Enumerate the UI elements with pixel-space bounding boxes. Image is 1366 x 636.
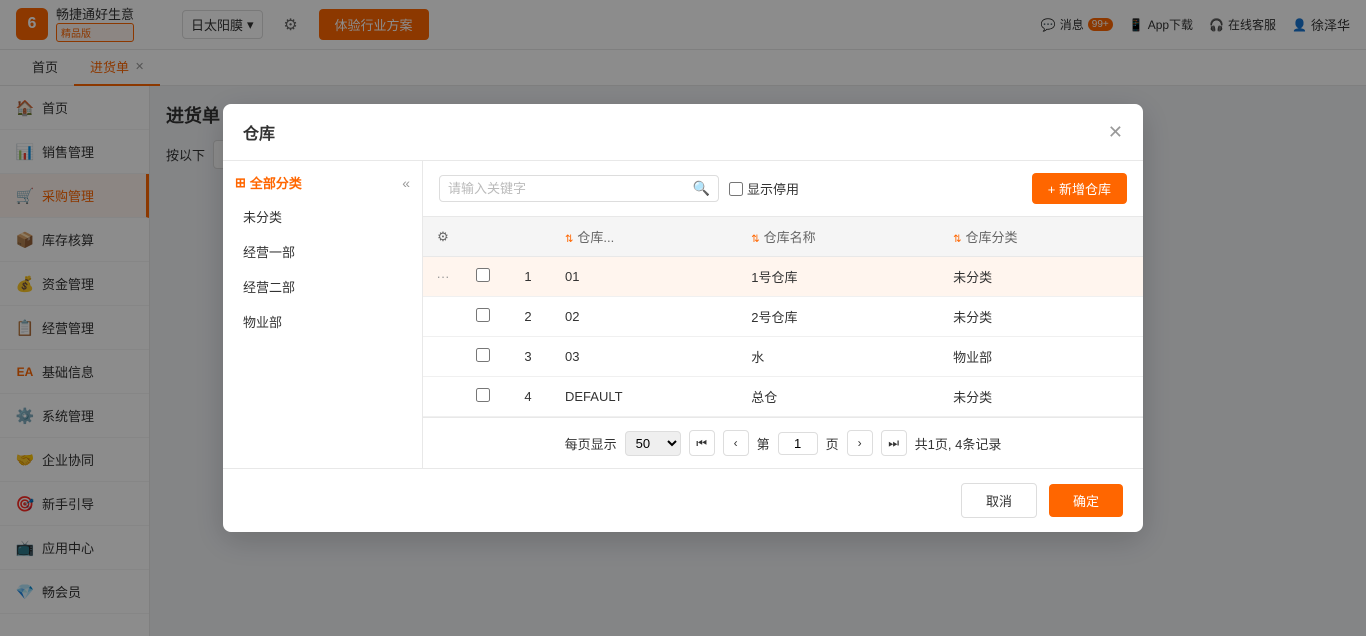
row-gear[interactable]: ··· bbox=[423, 377, 463, 417]
row-code: 02 bbox=[553, 297, 739, 337]
table-row[interactable]: ··· 2 02 2号仓库 未分类 bbox=[423, 297, 1143, 337]
per-page-select[interactable]: 50 10 20 100 bbox=[625, 431, 681, 456]
sort-icon-category: ⇅ bbox=[953, 234, 961, 245]
row-num: 3 bbox=[503, 337, 553, 377]
table-row[interactable]: ··· 4 DEFAULT 总仓 未分类 bbox=[423, 377, 1143, 417]
grid-icon: ⊞ bbox=[235, 175, 246, 191]
tree-panel: ⊞ 全部分类 « 未分类 经营一部 经营二部 物业部 bbox=[223, 161, 423, 468]
row-category: 未分类 bbox=[941, 377, 1143, 417]
row-name: 1号仓库 bbox=[739, 257, 941, 297]
page-label-pre: 第 bbox=[757, 434, 770, 453]
table-toolbar: 🔍 显示停用 + 新增仓库 bbox=[423, 161, 1143, 217]
row-code: 03 bbox=[553, 337, 739, 377]
tree-header: ⊞ 全部分类 « bbox=[235, 173, 410, 192]
more-icon[interactable]: ··· bbox=[437, 269, 450, 284]
tree-title: ⊞ 全部分类 bbox=[235, 173, 302, 192]
row-category: 物业部 bbox=[941, 337, 1143, 377]
row-name: 2号仓库 bbox=[739, 297, 941, 337]
col-header-check bbox=[463, 217, 503, 257]
col-header-gear: ⚙ bbox=[423, 217, 463, 257]
col-header-code[interactable]: ⇅仓库... bbox=[553, 217, 739, 257]
col-header-num bbox=[503, 217, 553, 257]
tree-item-unclassified[interactable]: 未分类 bbox=[235, 200, 410, 233]
row-name: 水 bbox=[739, 337, 941, 377]
row-checkbox[interactable] bbox=[476, 308, 490, 322]
row-checkbox[interactable] bbox=[476, 268, 490, 282]
row-checkbox[interactable] bbox=[476, 388, 490, 402]
search-input[interactable] bbox=[448, 181, 687, 196]
row-code: 01 bbox=[553, 257, 739, 297]
row-code: DEFAULT bbox=[553, 377, 739, 417]
warehouse-dialog: 仓库 ✕ ⊞ 全部分类 « 未分类 经营一部 经营二部 物业部 bbox=[223, 104, 1143, 532]
last-page-button[interactable]: ⏭ bbox=[881, 430, 907, 456]
row-gear[interactable]: ··· bbox=[423, 297, 463, 337]
row-gear[interactable]: ··· bbox=[423, 337, 463, 377]
row-checkbox-cell[interactable] bbox=[463, 377, 503, 417]
add-warehouse-button[interactable]: + 新增仓库 bbox=[1032, 173, 1127, 204]
search-box: 🔍 bbox=[439, 175, 719, 202]
dialog-footer: 取消 确定 bbox=[223, 468, 1143, 532]
table-row[interactable]: ··· 1 01 1号仓库 未分类 bbox=[423, 257, 1143, 297]
first-page-button[interactable]: ⏮ bbox=[689, 430, 715, 456]
row-num: 2 bbox=[503, 297, 553, 337]
col-header-name[interactable]: ⇅仓库名称 bbox=[739, 217, 941, 257]
tree-item-ops2[interactable]: 经营二部 bbox=[235, 270, 410, 303]
dialog-overlay: 仓库 ✕ ⊞ 全部分类 « 未分类 经营一部 经营二部 物业部 bbox=[0, 0, 1366, 636]
cancel-button[interactable]: 取消 bbox=[961, 483, 1037, 518]
tree-item-property[interactable]: 物业部 bbox=[235, 305, 410, 338]
row-gear[interactable]: ··· bbox=[423, 257, 463, 297]
row-checkbox-cell[interactable] bbox=[463, 337, 503, 377]
table-panel: 🔍 显示停用 + 新增仓库 ⚙ bbox=[423, 161, 1143, 468]
show-disabled-checkbox[interactable] bbox=[729, 182, 743, 196]
dialog-body: ⊞ 全部分类 « 未分类 经营一部 经营二部 物业部 🔍 bbox=[223, 161, 1143, 468]
tree-collapse-icon[interactable]: « bbox=[402, 175, 410, 191]
dialog-close-button[interactable]: ✕ bbox=[1108, 122, 1123, 143]
row-checkbox[interactable] bbox=[476, 348, 490, 362]
total-info: 共1页, 4条记录 bbox=[915, 434, 1002, 453]
next-page-button[interactable]: › bbox=[847, 430, 873, 456]
col-header-category[interactable]: ⇅仓库分类 bbox=[941, 217, 1143, 257]
row-num: 4 bbox=[503, 377, 553, 417]
search-icon[interactable]: 🔍 bbox=[693, 180, 710, 197]
tree-item-ops1[interactable]: 经营一部 bbox=[235, 235, 410, 268]
table-row[interactable]: ··· 3 03 水 物业部 bbox=[423, 337, 1143, 377]
row-checkbox-cell[interactable] bbox=[463, 297, 503, 337]
dialog-header: 仓库 ✕ bbox=[223, 104, 1143, 161]
pagination: 每页显示 50 10 20 100 ⏮ ‹ 第 页 › ⏭ 共1页, 4条记录 bbox=[423, 417, 1143, 468]
row-num: 1 bbox=[503, 257, 553, 297]
page-number-input[interactable] bbox=[778, 432, 818, 455]
dialog-title: 仓库 bbox=[243, 120, 275, 144]
prev-page-button[interactable]: ‹ bbox=[723, 430, 749, 456]
page-label: 页 bbox=[826, 434, 839, 453]
row-checkbox-cell[interactable] bbox=[463, 257, 503, 297]
data-table: ⚙ ⇅仓库... ⇅仓库名称 ⇅仓库分类 ··· 1 01 1号仓 bbox=[423, 217, 1143, 417]
sort-icon-code: ⇅ bbox=[565, 234, 573, 245]
row-category: 未分类 bbox=[941, 297, 1143, 337]
show-disabled-label[interactable]: 显示停用 bbox=[729, 179, 799, 198]
row-category: 未分类 bbox=[941, 257, 1143, 297]
sort-icon-name: ⇅ bbox=[751, 234, 759, 245]
row-name: 总仓 bbox=[739, 377, 941, 417]
confirm-button[interactable]: 确定 bbox=[1049, 484, 1123, 517]
